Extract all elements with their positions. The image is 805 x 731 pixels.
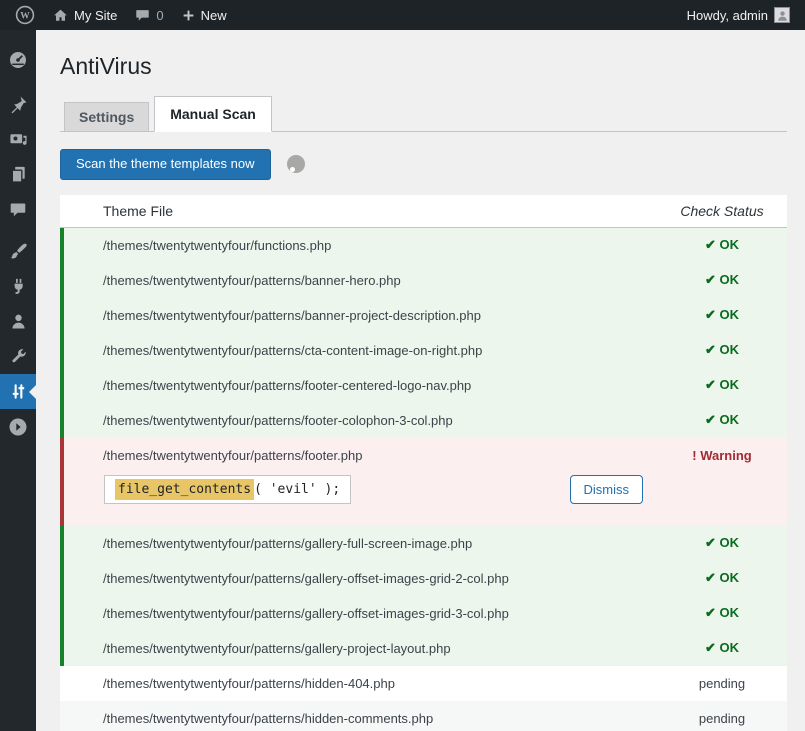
table-row: /themes/twentytwentyfour/patterns/galler… [60, 630, 787, 666]
tab-bar: Settings Manual Scan [60, 96, 787, 132]
theme-file-path: /themes/twentytwentyfour/patterns/footer… [103, 377, 472, 393]
column-header-theme-file: Theme File [103, 202, 174, 219]
table-row: /themes/twentytwentyfour/patterns/footer… [60, 367, 787, 403]
status-ok: ✔ OK [704, 237, 739, 253]
sidebar-item-dashboard[interactable] [0, 42, 36, 77]
howdy-label: Howdy, admin [686, 7, 768, 23]
table-row: /themes/twentytwentyfour/patterns/galler… [60, 525, 787, 561]
table-row-warning: /themes/twentytwentyfour/patterns/footer… [60, 437, 787, 526]
plug-icon [9, 277, 28, 296]
theme-file-path: /themes/twentytwentyfour/patterns/galler… [103, 570, 509, 586]
collapse-arrow-icon [8, 417, 28, 437]
theme-file-path: /themes/twentytwentyfour/patterns/galler… [103, 640, 451, 656]
pushpin-icon [9, 95, 28, 114]
suspicious-code-snippet: file_get_contents( 'evil' ); [104, 474, 352, 504]
table-row: /themes/twentytwentyfour/patterns/cta-co… [60, 332, 787, 368]
scan-now-button[interactable]: Scan the theme templates now [60, 149, 271, 180]
sidebar-item-comments[interactable] [0, 192, 36, 227]
pages-icon [9, 165, 28, 184]
theme-file-path: /themes/twentytwentyfour/patterns/footer… [103, 447, 363, 463]
wordpress-logo-button[interactable]: W [6, 0, 44, 30]
status-pending: pending [698, 710, 746, 726]
theme-file-path: /themes/twentytwentyfour/patterns/banner… [103, 307, 481, 323]
table-row: /themes/twentytwentyfour/patterns/galler… [60, 595, 787, 631]
theme-file-path: /themes/twentytwentyfour/patterns/footer… [103, 412, 453, 428]
status-ok: ✔ OK [704, 570, 739, 586]
comments-link[interactable]: 0 [126, 0, 172, 30]
table-row: /themes/twentytwentyfour/patterns/banner… [60, 297, 787, 333]
theme-file-path: /themes/twentytwentyfour/patterns/hidden… [103, 675, 395, 691]
avatar [774, 7, 790, 23]
theme-file-path: /themes/twentytwentyfour/patterns/galler… [103, 535, 473, 551]
code-highlight: file_get_contents [115, 478, 255, 500]
tab-manual-scan[interactable]: Manual Scan [154, 96, 272, 132]
svg-text:W: W [20, 12, 30, 22]
wordpress-logo-icon: W [15, 5, 35, 25]
sidebar-item-plugins[interactable] [0, 269, 36, 304]
my-site-link[interactable]: My Site [44, 0, 126, 30]
collapse-menu-button[interactable] [0, 409, 36, 444]
admin-bar: W My Site 0 New Howdy, admin [0, 0, 805, 30]
user-icon [9, 312, 28, 331]
status-ok: ✔ OK [704, 342, 739, 358]
theme-file-path: /themes/twentytwentyfour/patterns/banner… [103, 272, 401, 288]
sidebar-item-media[interactable] [0, 122, 36, 157]
comment-bubble-icon [135, 8, 150, 23]
sliders-icon [9, 382, 28, 401]
theme-file-path: /themes/twentytwentyfour/patterns/hidden… [103, 710, 434, 726]
admin-sidebar [0, 30, 36, 731]
sidebar-item-appearance[interactable] [0, 234, 36, 269]
scan-table-body: /themes/twentytwentyfour/functions.php ✔ … [60, 227, 787, 731]
table-row: /themes/twentytwentyfour/patterns/banner… [60, 262, 787, 298]
page-title: AntiVirus [60, 53, 152, 79]
dashboard-icon [8, 50, 28, 70]
column-header-check-status: Check Status [680, 202, 764, 219]
theme-file-path: /themes/twentytwentyfour/patterns/cta-co… [103, 342, 483, 358]
main-content: AntiVirus Settings Manual Scan Scan the … [36, 30, 805, 731]
dismiss-button[interactable]: Dismiss [569, 474, 643, 504]
status-ok: ✔ OK [704, 377, 739, 393]
table-row: /themes/twentytwentyfour/functions.php ✔ … [60, 227, 787, 263]
scan-results-table: Theme File Check Status /themes/twentytw… [60, 194, 787, 731]
comments-icon [9, 201, 27, 219]
sidebar-item-pages[interactable] [0, 157, 36, 192]
sidebar-item-tools[interactable] [0, 339, 36, 374]
table-header-row: Theme File Check Status [60, 194, 787, 228]
code-rest: ( 'evil' ); [254, 481, 341, 497]
scan-toolbar: Scan the theme templates now [60, 149, 787, 180]
loading-spinner-icon [286, 155, 305, 174]
sidebar-item-users[interactable] [0, 304, 36, 339]
status-ok: ✔ OK [704, 412, 739, 428]
comments-count: 0 [156, 7, 164, 23]
table-row: /themes/twentytwentyfour/patterns/galler… [60, 560, 787, 596]
my-site-label: My Site [74, 7, 118, 23]
new-content-link[interactable]: New [173, 0, 236, 30]
new-label: New [200, 7, 227, 23]
table-row: /themes/twentytwentyfour/patterns/hidden… [60, 665, 787, 701]
warning-row-line: /themes/twentytwentyfour/patterns/footer… [64, 438, 787, 473]
status-ok: ✔ OK [704, 272, 739, 288]
media-icon [9, 130, 28, 149]
status-ok: ✔ OK [704, 307, 739, 323]
account-menu-link[interactable]: Howdy, admin [678, 0, 799, 30]
tab-settings[interactable]: Settings [64, 102, 150, 131]
table-row: /themes/twentytwentyfour/patterns/footer… [60, 402, 787, 438]
status-warning: ! Warning [692, 447, 752, 463]
plus-icon [182, 9, 195, 22]
warning-detail-line: file_get_contents( 'evil' ); Dismiss [64, 474, 787, 504]
brush-icon [9, 242, 28, 261]
status-ok: ✔ OK [704, 640, 739, 656]
status-ok: ✔ OK [704, 535, 739, 551]
theme-file-path: /themes/twentytwentyfour/functions.php [103, 237, 332, 253]
table-row: /themes/twentytwentyfour/patterns/hidden… [60, 700, 787, 731]
sidebar-item-posts[interactable] [0, 87, 36, 122]
theme-file-path: /themes/twentytwentyfour/patterns/galler… [103, 605, 509, 621]
wrench-icon [9, 347, 28, 366]
home-icon [53, 8, 68, 23]
status-ok: ✔ OK [704, 605, 739, 621]
sidebar-item-settings-active[interactable] [0, 374, 36, 409]
status-pending: pending [698, 675, 746, 691]
